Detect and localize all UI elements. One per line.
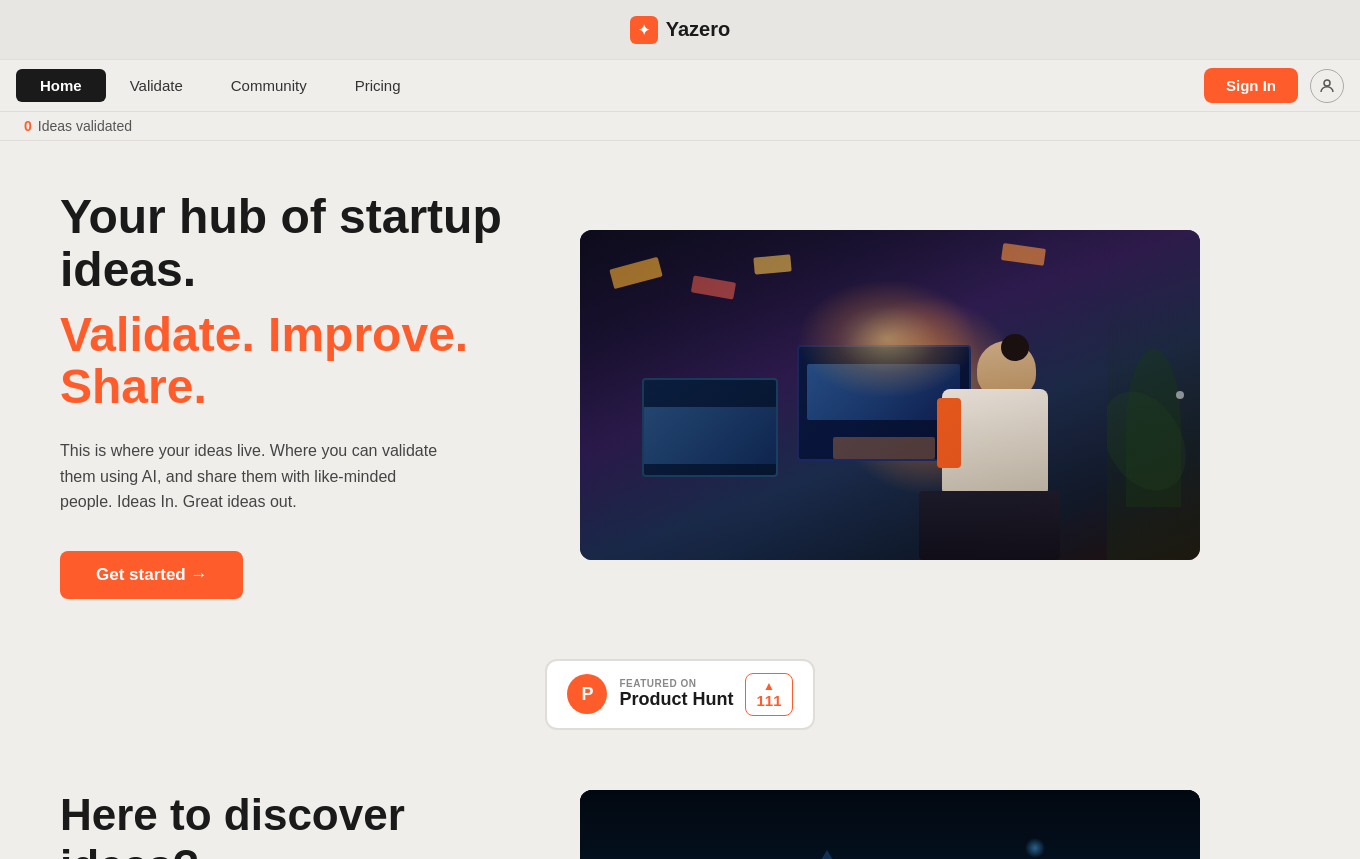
hero-art bbox=[580, 230, 1200, 560]
hero-image bbox=[580, 230, 1200, 560]
nav-items: Home Validate Community Pricing bbox=[16, 69, 425, 102]
nav-right: Sign In bbox=[1204, 68, 1344, 103]
logo-icon: ✦ bbox=[630, 16, 658, 44]
hero-title: Your hub of startup ideas. bbox=[60, 191, 540, 297]
hero-section: Your hub of startup ideas. Validate. Imp… bbox=[0, 141, 1360, 639]
discover-title: Here to discover ideas? bbox=[60, 790, 540, 859]
hero-left: Your hub of startup ideas. Validate. Imp… bbox=[60, 191, 540, 599]
discover-section: Here to discover ideas? bbox=[0, 770, 1360, 859]
discover-scene-art bbox=[580, 790, 1200, 859]
ph-text: FEATURED ON Product Hunt bbox=[619, 678, 733, 710]
discover-right bbox=[580, 790, 1200, 859]
ph-featured-label: FEATURED ON bbox=[619, 678, 733, 689]
ph-arrow-icon: ▲ bbox=[763, 680, 775, 692]
nav-item-home[interactable]: Home bbox=[16, 69, 106, 102]
logo[interactable]: ✦ Yazero bbox=[630, 16, 730, 44]
top-bar: ✦ Yazero bbox=[0, 0, 1360, 60]
product-hunt-logo: P bbox=[567, 674, 607, 714]
hero-description: This is where your ideas live. Where you… bbox=[60, 438, 440, 515]
product-hunt-section: P FEATURED ON Product Hunt ▲ 111 bbox=[0, 639, 1360, 770]
ph-votes-count: 111 bbox=[756, 692, 781, 709]
sub-bar: 0 Ideas validated bbox=[0, 112, 1360, 141]
ph-name: Product Hunt bbox=[619, 689, 733, 710]
ideas-label: Ideas validated bbox=[38, 118, 132, 134]
nav-item-community[interactable]: Community bbox=[207, 69, 331, 102]
discover-image bbox=[580, 790, 1200, 859]
logo-text: Yazero bbox=[666, 18, 730, 41]
hero-image-container bbox=[580, 230, 1200, 560]
discover-left: Here to discover ideas? bbox=[60, 790, 540, 859]
ph-votes-box: ▲ 111 bbox=[745, 673, 792, 716]
nav-item-validate[interactable]: Validate bbox=[106, 69, 207, 102]
nav-item-pricing[interactable]: Pricing bbox=[331, 69, 425, 102]
product-hunt-badge[interactable]: P FEATURED ON Product Hunt ▲ 111 bbox=[545, 659, 814, 730]
nav-bar: Home Validate Community Pricing Sign In bbox=[0, 60, 1360, 112]
hero-subtitle: Validate. Improve. Share. bbox=[60, 309, 540, 415]
ideas-count: 0 bbox=[24, 118, 32, 134]
svg-point-0 bbox=[1324, 80, 1330, 86]
carousel-dot bbox=[1176, 391, 1184, 399]
user-avatar-icon[interactable] bbox=[1310, 69, 1344, 103]
get-started-button[interactable]: Get started → bbox=[60, 551, 243, 599]
sign-in-button[interactable]: Sign In bbox=[1204, 68, 1298, 103]
